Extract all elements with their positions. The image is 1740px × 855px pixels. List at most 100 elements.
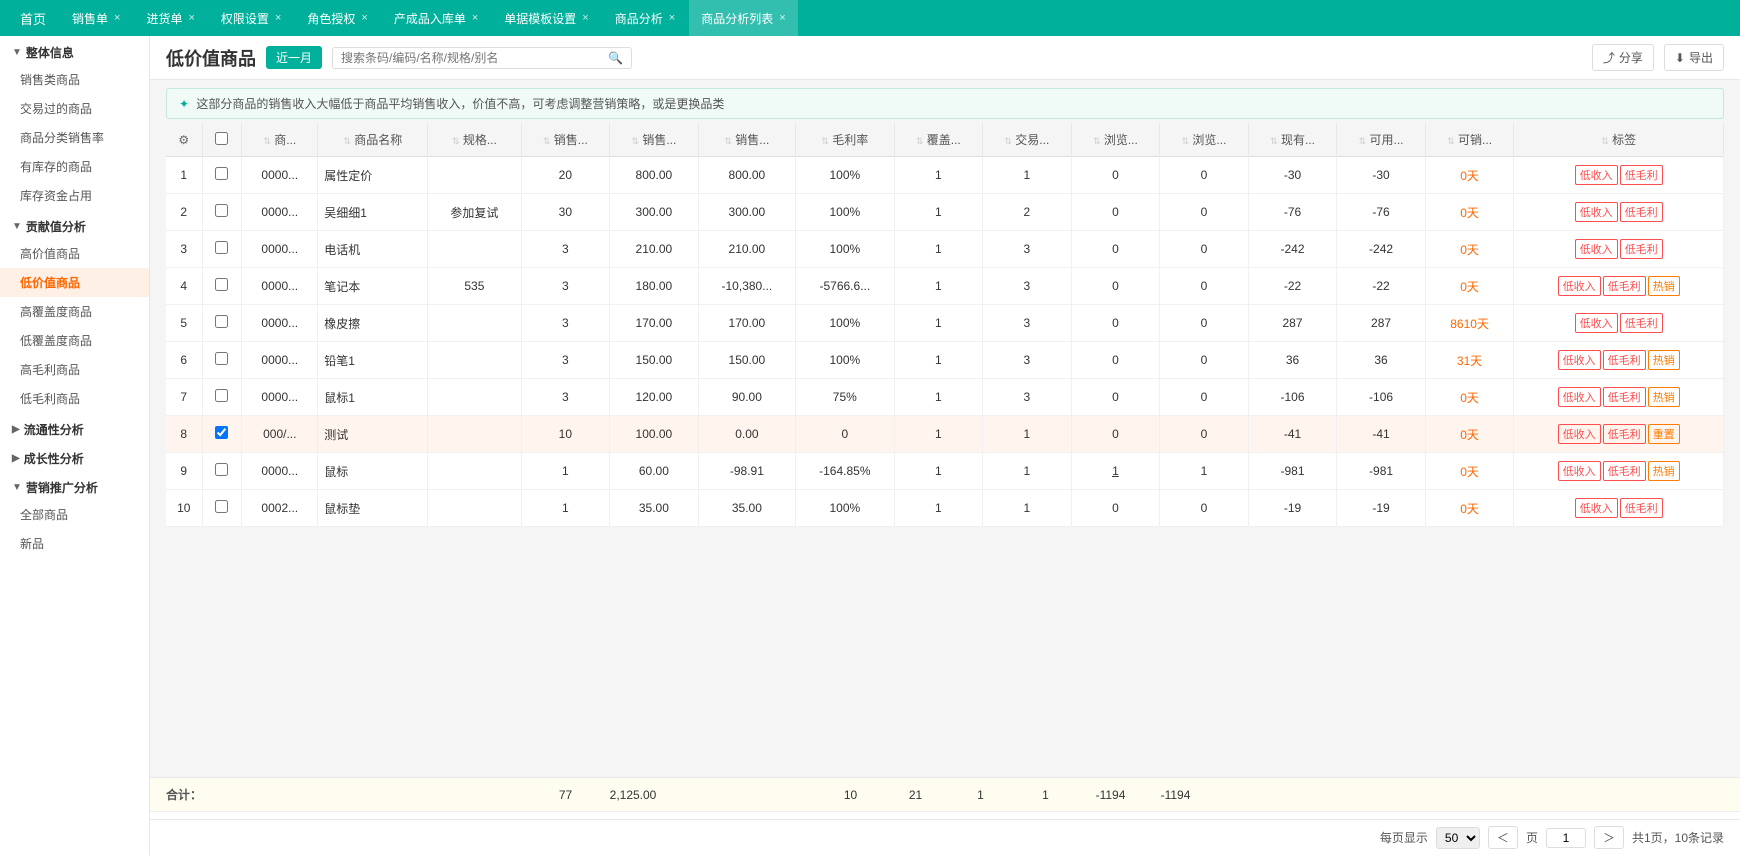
row-checkbox[interactable] [202, 305, 242, 342]
sort-icon[interactable]: ⇅ [263, 136, 271, 146]
sidebar-item-low-value[interactable]: 低价值商品 [0, 268, 149, 297]
nav-role-close[interactable]: × [361, 12, 367, 24]
row-checkbox[interactable] [202, 268, 242, 305]
row-checkbox[interactable] [202, 490, 242, 527]
qty-col-header[interactable]: ⇅ 销售... [521, 123, 610, 157]
row-select-checkbox[interactable] [215, 389, 228, 402]
sidebar-item-category-sales-rate[interactable]: 商品分类销售率 [0, 123, 149, 152]
prev-page-button[interactable]: ＜ [1488, 826, 1518, 849]
search-input[interactable] [341, 51, 604, 65]
row-select-checkbox[interactable] [215, 500, 228, 513]
nav-template[interactable]: 单据模板设置 × [492, 0, 600, 36]
tag-col-header[interactable]: ⇅ 标签 [1514, 123, 1724, 157]
row-select-checkbox[interactable] [215, 167, 228, 180]
nav-purchase-close[interactable]: × [188, 12, 194, 24]
row-checkbox[interactable] [202, 194, 242, 231]
nav-analysis[interactable]: 商品分析 × [603, 0, 687, 36]
row-checkbox[interactable] [202, 231, 242, 268]
sidebar-item-low-margin[interactable]: 低毛利商品 [0, 384, 149, 413]
select-all-checkbox[interactable] [215, 132, 228, 145]
sort-icon-12[interactable]: ⇅ [1270, 136, 1278, 146]
rate-col-header[interactable]: ⇅ 毛利率 [796, 123, 894, 157]
current-page-input[interactable]: 1 [1546, 828, 1586, 848]
sort-icon-11[interactable]: ⇅ [1182, 136, 1190, 146]
nav-product-in-close[interactable]: × [472, 12, 478, 24]
sidebar-group-circulation[interactable]: ▶ 流通性分析 [0, 413, 149, 442]
sidebar-group-overall[interactable]: ▼ 整体信息 [0, 36, 149, 65]
sort-icon-13[interactable]: ⇅ [1359, 136, 1367, 146]
share-button[interactable]: ⤴ 分享 [1592, 44, 1654, 71]
sort-icon-8[interactable]: ⇅ [916, 136, 924, 146]
nav-sales[interactable]: 销售单 × [60, 0, 132, 36]
stock-col-header[interactable]: ⇅ 现有... [1248, 123, 1337, 157]
nav-purchase[interactable]: 进货单 × [134, 0, 206, 36]
row-browse1[interactable]: 1 [1071, 453, 1160, 490]
sort-icon-15[interactable]: ⇅ [1601, 136, 1609, 146]
nav-permission-close[interactable]: × [275, 12, 281, 24]
search-icon[interactable]: 🔍 [608, 51, 623, 65]
trade-col-header[interactable]: ⇅ 交易... [983, 123, 1072, 157]
sort-icon-9[interactable]: ⇅ [1004, 136, 1012, 146]
sort-icon-3[interactable]: ⇅ [452, 136, 460, 146]
sidebar-group-growth[interactable]: ▶ 成长性分析 [0, 442, 149, 471]
sort-icon-4[interactable]: ⇅ [543, 136, 551, 146]
sidebar-group-marketing[interactable]: ▼ 营销推广分析 [0, 471, 149, 500]
sort-icon-6[interactable]: ⇅ [724, 136, 732, 146]
cover-col-header[interactable]: ⇅ 覆盖... [894, 123, 983, 157]
nav-sales-close[interactable]: × [114, 12, 120, 24]
nav-permission[interactable]: 权限设置 × [209, 0, 293, 36]
sidebar-item-traded-products[interactable]: 交易过的商品 [0, 94, 149, 123]
browse1-col-header[interactable]: ⇅ 浏览... [1071, 123, 1160, 157]
sort-icon-5[interactable]: ⇅ [631, 136, 639, 146]
name-col-header[interactable]: ⇅ 商品名称 [318, 123, 428, 157]
sidebar-item-stock-products[interactable]: 有库存的商品 [0, 152, 149, 181]
nav-analysis-list-close[interactable]: × [779, 12, 785, 24]
sort-icon-2[interactable]: ⇅ [343, 136, 351, 146]
row-checkbox[interactable] [202, 453, 242, 490]
table-container[interactable]: ⚙ ⇅ 商... ⇅ 商品名称 ⇅ 规格... ⇅ 销售... ⇅ 销售... … [150, 123, 1740, 777]
settings-col-header[interactable]: ⚙ [166, 123, 202, 157]
browse2-col-header[interactable]: ⇅ 浏览... [1160, 123, 1249, 157]
nav-role[interactable]: 角色授权 × [295, 0, 379, 36]
settings-icon[interactable]: ⚙ [178, 133, 189, 147]
sort-icon-10[interactable]: ⇅ [1093, 136, 1101, 146]
amount2-col-header[interactable]: ⇅ 销售... [698, 123, 795, 157]
row-select-checkbox[interactable] [215, 278, 228, 291]
sidebar-item-high-coverage[interactable]: 高覆盖度商品 [0, 297, 149, 326]
sale-days-col-header[interactable]: ⇅ 可销... [1425, 123, 1514, 157]
sidebar-item-all-products[interactable]: 全部商品 [0, 500, 149, 529]
sidebar-item-sales-products[interactable]: 销售类商品 [0, 65, 149, 94]
row-select-checkbox[interactable] [215, 352, 228, 365]
row-checkbox[interactable] [202, 157, 242, 194]
export-button[interactable]: ⬇ 导出 [1664, 44, 1724, 71]
sort-icon-14[interactable]: ⇅ [1447, 136, 1455, 146]
row-checkbox[interactable] [202, 342, 242, 379]
filter-recent-month-button[interactable]: 近一月 [266, 46, 322, 69]
nav-home[interactable]: 首页 [8, 0, 58, 36]
next-page-button[interactable]: ＞ [1594, 826, 1624, 849]
row-select-checkbox[interactable] [215, 241, 228, 254]
nav-analysis-close[interactable]: × [669, 12, 675, 24]
sidebar-item-stock-capital[interactable]: 库存资金占用 [0, 181, 149, 210]
amount-col-header[interactable]: ⇅ 销售... [610, 123, 699, 157]
row-checkbox[interactable] [202, 416, 242, 453]
row-select-checkbox[interactable] [215, 204, 228, 217]
sidebar-item-new-products[interactable]: 新品 [0, 529, 149, 558]
row-select-checkbox[interactable] [215, 426, 228, 439]
sort-icon-7[interactable]: ⇅ [821, 136, 829, 146]
nav-template-close[interactable]: × [582, 12, 588, 24]
per-page-select[interactable]: 50 [1436, 827, 1480, 849]
checkbox-col-header[interactable] [202, 123, 242, 157]
sidebar-item-low-coverage[interactable]: 低覆盖度商品 [0, 326, 149, 355]
row-checkbox[interactable] [202, 379, 242, 416]
avail-col-header[interactable]: ⇅ 可用... [1337, 123, 1426, 157]
row-select-checkbox[interactable] [215, 463, 228, 476]
sidebar-item-high-value[interactable]: 高价值商品 [0, 239, 149, 268]
spec-col-header[interactable]: ⇅ 规格... [428, 123, 521, 157]
code-col-header[interactable]: ⇅ 商... [242, 123, 318, 157]
sidebar-item-high-margin[interactable]: 高毛利商品 [0, 355, 149, 384]
nav-analysis-list[interactable]: 商品分析列表 × [689, 0, 797, 36]
nav-product-in[interactable]: 产成品入库单 × [382, 0, 490, 36]
row-select-checkbox[interactable] [215, 315, 228, 328]
sidebar-group-contribution[interactable]: ▼ 贡献值分析 [0, 210, 149, 239]
